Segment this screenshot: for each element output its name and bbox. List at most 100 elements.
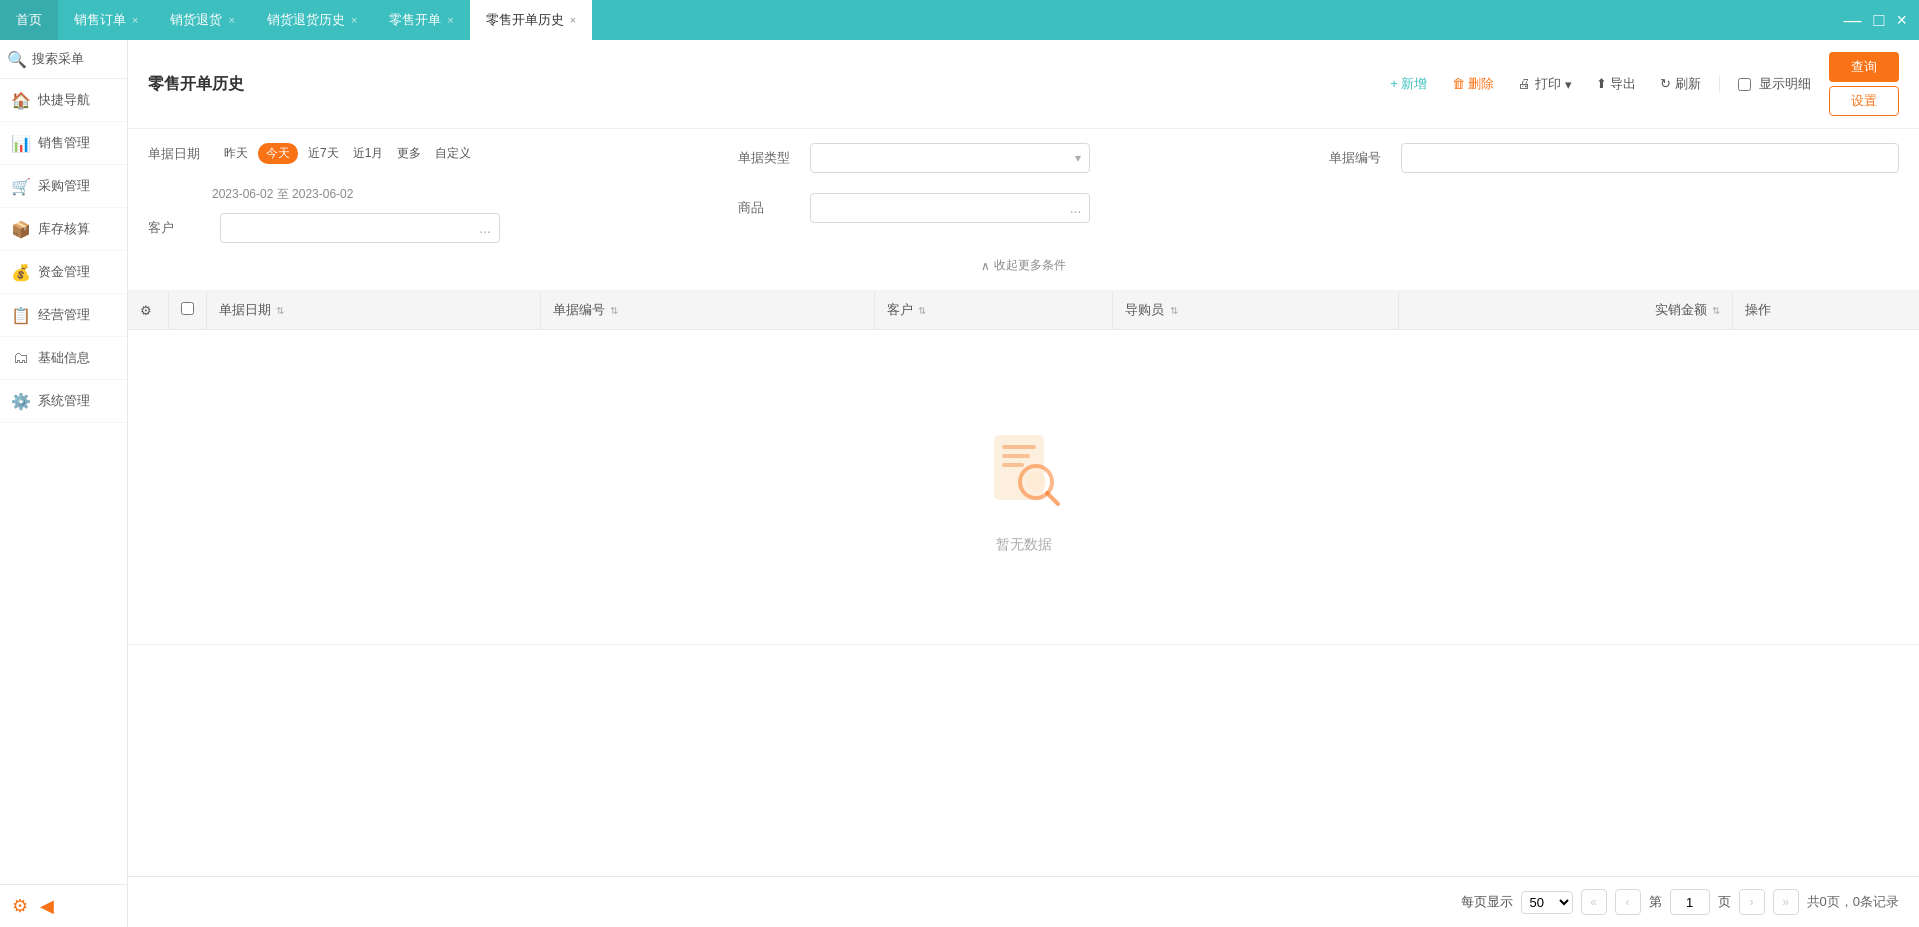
date-today[interactable]: 今天 xyxy=(258,143,298,164)
doc-type-select-wrapper[interactable]: ▾ xyxy=(810,143,1090,173)
quick-nav-icon: 🏠 xyxy=(12,91,30,109)
sidebar-collapse-icon[interactable]: ◀ xyxy=(40,895,54,917)
table-container: ⚙ 单据日期 ⇅ 单据编号 ⇅ xyxy=(128,291,1919,876)
sidebar-item-inventory[interactable]: 📦 库存核算 xyxy=(0,208,127,251)
purchase-icon: 🛒 xyxy=(12,177,30,195)
tab-sales-order[interactable]: 销售订单 × xyxy=(58,0,154,40)
date-yesterday[interactable]: 昨天 xyxy=(220,143,252,164)
page-header: 零售开单历史 + 新增 🗑 删除 🖨 打印 ▾ ⬆ 导出 ↻ 刷新 显示明细 查… xyxy=(128,40,1919,129)
tab-sales-return-history-close[interactable]: × xyxy=(351,14,357,26)
goods-dots-btn[interactable]: ... xyxy=(1070,200,1082,216)
tab-retail-open-history[interactable]: 零售开单历史 × xyxy=(470,0,592,40)
col-doc-date[interactable]: 单据日期 ⇅ xyxy=(206,291,540,330)
query-button[interactable]: 查询 xyxy=(1829,52,1899,82)
pagination-last[interactable]: » xyxy=(1773,889,1799,915)
settings-button[interactable]: 设置 xyxy=(1829,86,1899,116)
print-label: 🖨 打印 xyxy=(1518,75,1561,93)
filter-customer-row: 客户 ... xyxy=(148,213,718,243)
date-more[interactable]: 更多 xyxy=(393,143,425,164)
window-max-btn[interactable]: □ xyxy=(1874,11,1885,29)
sidebar-item-purchase[interactable]: 🛒 采购管理 xyxy=(0,165,127,208)
col-checkbox[interactable] xyxy=(168,291,206,330)
tab-sales-return[interactable]: 销货退货 × xyxy=(154,0,250,40)
window-close-btn[interactable]: × xyxy=(1896,11,1907,29)
col-salesperson[interactable]: 导购员 ⇅ xyxy=(1112,291,1398,330)
col-salesperson-label: 导购员 xyxy=(1125,302,1164,317)
window-min-btn[interactable]: — xyxy=(1844,11,1862,29)
tab-retail-open[interactable]: 零售开单 × xyxy=(373,0,469,40)
page-input[interactable]: 1 xyxy=(1670,889,1710,915)
display-cols-btn[interactable]: 显示明细 xyxy=(1732,71,1817,97)
pagination-prev[interactable]: ‹ xyxy=(1615,889,1641,915)
delete-button[interactable]: 🗑 删除 xyxy=(1446,71,1501,97)
refresh-button[interactable]: ↻ 刷新 xyxy=(1654,71,1707,97)
page-size-select[interactable]: 20 50 100 xyxy=(1521,891,1573,914)
tab-sales-return-close[interactable]: × xyxy=(228,14,234,26)
main-layout: 🔍 搜索采单 🏠 快捷导航 📊 销售管理 🛒 采购管理 📦 库存核算 💰 资金管… xyxy=(0,40,1919,927)
basic-info-icon: 🗂 xyxy=(12,349,30,367)
display-cols-checkbox[interactable] xyxy=(1738,78,1751,91)
col-customer[interactable]: 客户 ⇅ xyxy=(874,291,1112,330)
print-arrow: ▾ xyxy=(1565,77,1572,92)
col-actions-label: 操作 xyxy=(1745,302,1771,317)
finance-icon: 💰 xyxy=(12,263,30,281)
customer-label: 客户 xyxy=(148,219,204,237)
filter-row-1: 单据日期 昨天 今天 近7天 近1月 更多 自定义 2023-06-02 至 2… xyxy=(148,143,1899,253)
sidebar-item-basic-info[interactable]: 🗂 基础信息 xyxy=(0,337,127,380)
col-settings[interactable]: ⚙ xyxy=(128,291,168,330)
sidebar-item-operations[interactable]: 📋 经营管理 xyxy=(0,294,127,337)
pagination-page-word2: 页 xyxy=(1718,893,1731,911)
goods-input[interactable] xyxy=(819,201,1069,216)
customer-dots-btn[interactable]: ... xyxy=(479,220,491,236)
table-head: ⚙ 单据日期 ⇅ 单据编号 ⇅ xyxy=(128,291,1919,330)
date-range-display: 2023-06-02 至 2023-06-02 xyxy=(148,184,718,203)
tab-retail-open-close[interactable]: × xyxy=(447,14,453,26)
tab-sales-order-close[interactable]: × xyxy=(132,14,138,26)
tab-home[interactable]: 首页 xyxy=(0,0,58,40)
sidebar-search[interactable]: 🔍 搜索采单 xyxy=(0,40,127,79)
window-controls: — □ × xyxy=(1832,11,1919,29)
date-last7[interactable]: 近7天 xyxy=(304,143,343,164)
col-doc-no-label: 单据编号 xyxy=(553,302,605,317)
data-table: ⚙ 单据日期 ⇅ 单据编号 ⇅ xyxy=(128,291,1919,645)
svg-rect-3 xyxy=(1002,463,1024,467)
sidebar-settings-icon[interactable]: ⚙ xyxy=(12,895,28,917)
customer-input[interactable] xyxy=(229,221,479,236)
sidebar-item-system[interactable]: ⚙️ 系统管理 xyxy=(0,380,127,423)
sidebar-item-sales-label: 销售管理 xyxy=(38,134,90,152)
col-customer-label: 客户 xyxy=(887,302,913,317)
pagination-page-word: 第 xyxy=(1649,893,1662,911)
print-button[interactable]: 🖨 打印 ▾ xyxy=(1512,71,1578,97)
doc-no-label: 单据编号 xyxy=(1329,149,1385,167)
tab-home-label: 首页 xyxy=(16,11,42,29)
col-amount[interactable]: 实销金额 ⇅ xyxy=(1399,291,1733,330)
sidebar-item-sales[interactable]: 📊 销售管理 xyxy=(0,122,127,165)
sidebar-item-quick-nav-label: 快捷导航 xyxy=(38,91,90,109)
table-body: 暂无数据 xyxy=(128,330,1919,645)
pagination-first[interactable]: « xyxy=(1581,889,1607,915)
svg-rect-2 xyxy=(1002,454,1030,458)
export-button[interactable]: ⬆ 导出 xyxy=(1590,71,1643,97)
empty-text: 暂无数据 xyxy=(996,536,1052,554)
doc-type-label: 单据类型 xyxy=(738,149,794,167)
pagination-next[interactable]: › xyxy=(1739,889,1765,915)
tab-retail-open-history-close[interactable]: × xyxy=(570,14,576,26)
sidebar-item-operations-label: 经营管理 xyxy=(38,306,90,324)
add-button[interactable]: + 新增 xyxy=(1384,71,1433,97)
date-options: 昨天 今天 近7天 近1月 更多 自定义 xyxy=(220,143,475,164)
collapse-more-btn[interactable]: ∧ 收起更多条件 xyxy=(148,253,1899,282)
col-doc-no[interactable]: 单据编号 ⇅ xyxy=(540,291,874,330)
filter-docno-row: 单据编号 xyxy=(1329,143,1899,173)
goods-input-wrapper: ... xyxy=(810,193,1090,223)
date-last1month[interactable]: 近1月 xyxy=(349,143,388,164)
tab-retail-open-history-label: 零售开单历史 xyxy=(486,11,564,29)
date-custom[interactable]: 自定义 xyxy=(431,143,475,164)
sidebar-search-label: 搜索采单 xyxy=(32,50,84,68)
doc-no-input[interactable] xyxy=(1401,143,1899,173)
tab-sales-return-history[interactable]: 销货退货历史 × xyxy=(251,0,373,40)
select-all-checkbox[interactable] xyxy=(181,302,194,315)
sidebar-item-quick-nav[interactable]: 🏠 快捷导航 xyxy=(0,79,127,122)
tab-sales-return-label: 销货退货 xyxy=(170,11,222,29)
sidebar-item-finance[interactable]: 💰 资金管理 xyxy=(0,251,127,294)
filter-date-row: 单据日期 昨天 今天 近7天 近1月 更多 自定义 xyxy=(148,143,718,164)
